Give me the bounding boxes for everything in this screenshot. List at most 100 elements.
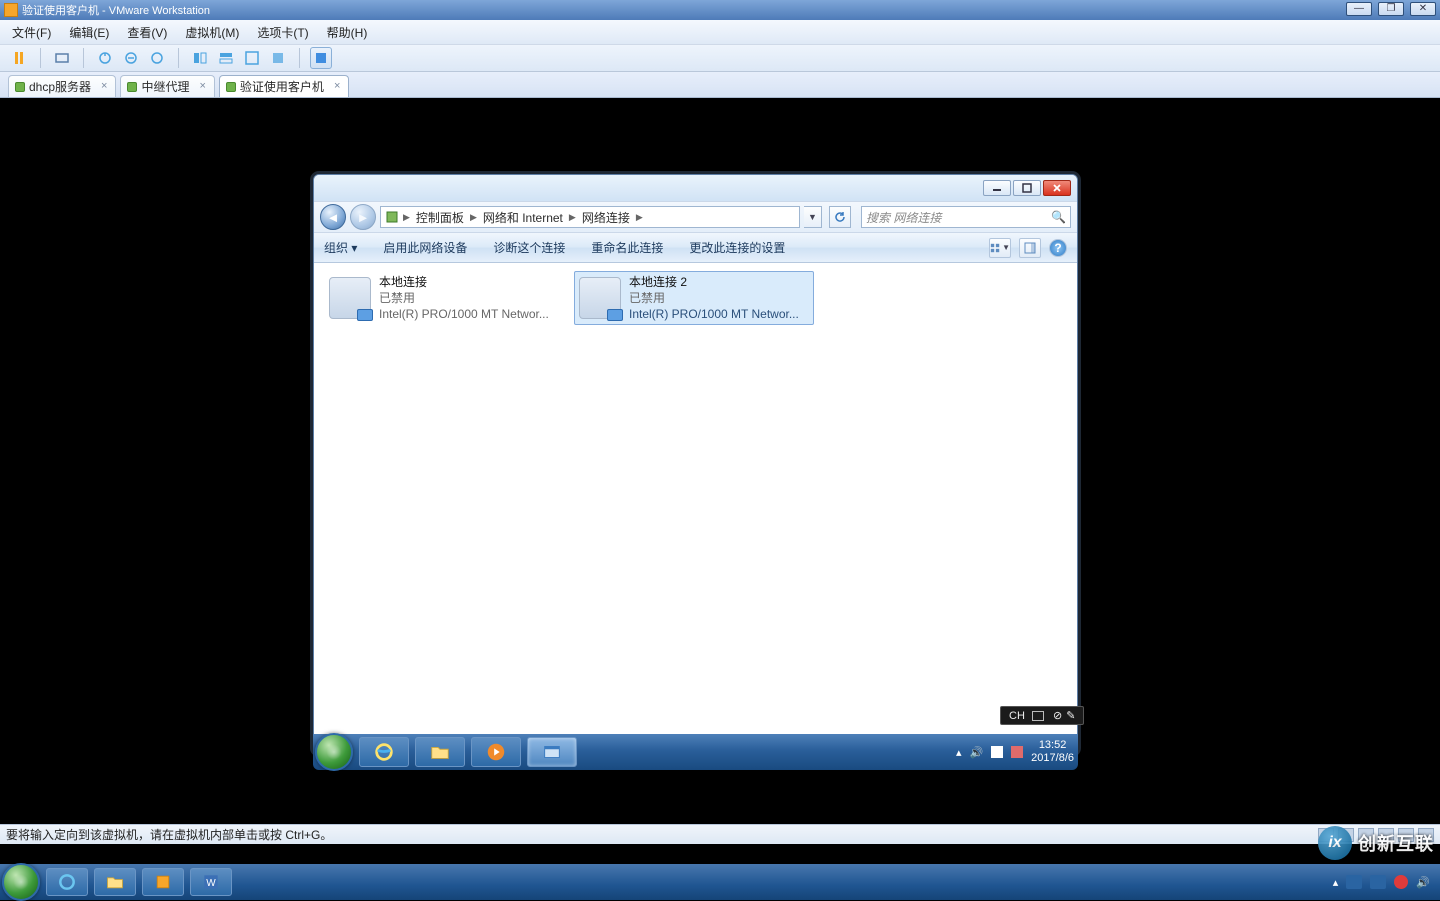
window-titlebar[interactable] (314, 175, 1077, 201)
vm-running-icon (15, 82, 25, 92)
keyboard-icon (1032, 711, 1044, 721)
organize-menu[interactable]: 组织 ▾ (324, 239, 357, 256)
host-menubar: 文件(F) 编辑(E) 查看(V) 虚拟机(M) 选项卡(T) 帮助(H) (0, 20, 1440, 44)
host-explorer-button[interactable] (94, 868, 136, 896)
network-connection-item[interactable]: 本地连接 2 已禁用 Intel(R) PRO/1000 MT Networ..… (574, 271, 814, 325)
close-button[interactable] (1043, 180, 1071, 196)
ime-indicator[interactable]: CH ⊘✎ (1000, 706, 1084, 725)
taskbar-media-button[interactable] (471, 737, 521, 767)
vm-running-icon (226, 82, 236, 92)
connections-list[interactable]: 本地连接 已禁用 Intel(R) PRO/1000 MT Networ... … (314, 263, 1077, 753)
toolbar-icon[interactable] (94, 47, 116, 69)
svg-text:W: W (206, 878, 216, 889)
device-icon[interactable] (1418, 828, 1434, 842)
menu-help[interactable]: 帮助(H) (327, 24, 368, 41)
maximize-button[interactable] (1013, 180, 1041, 196)
network-connection-item[interactable]: 本地连接 已禁用 Intel(R) PRO/1000 MT Networ... (324, 271, 564, 325)
guest-system-tray[interactable]: ▴ 🔊 13:52 2017/8/6 (956, 739, 1078, 765)
toolbar-icon[interactable] (120, 47, 142, 69)
vm-tab-label: 验证使用客户机 (240, 78, 324, 95)
device-icon[interactable] (1318, 828, 1334, 842)
menu-tabs[interactable]: 选项卡(T) (257, 24, 308, 41)
breadcrumb-item[interactable]: 网络和 Internet (481, 209, 565, 226)
change-settings-button[interactable]: 更改此连接的设置 (689, 239, 785, 256)
tray-icon[interactable] (1394, 875, 1408, 889)
enable-device-button[interactable]: 启用此网络设备 (383, 239, 467, 256)
host-ie-button[interactable] (46, 868, 88, 896)
vm-tab[interactable]: dhcp服务器× (8, 75, 116, 97)
volume-icon[interactable]: 🔊 (969, 746, 983, 759)
rename-button[interactable]: 重命名此连接 (591, 239, 663, 256)
host-minimize-button[interactable]: — (1346, 2, 1372, 16)
clock-date: 2017/8/6 (1031, 752, 1074, 765)
breadcrumb-item[interactable]: 网络连接 (580, 209, 632, 226)
fullscreen-icon[interactable] (241, 47, 263, 69)
ime-label: CH (1009, 710, 1025, 722)
thumbnail-icon[interactable] (310, 47, 332, 69)
close-icon[interactable]: × (199, 81, 205, 92)
close-icon[interactable]: × (101, 81, 107, 92)
device-icon[interactable] (1378, 828, 1394, 842)
help-button[interactable]: ? (1049, 239, 1067, 257)
clock[interactable]: 13:52 2017/8/6 (1031, 739, 1074, 765)
vm-tab[interactable]: 中继代理 × (120, 75, 214, 97)
forward-button[interactable]: ► (350, 204, 376, 230)
vmware-icon (4, 3, 18, 17)
tray-up-icon[interactable]: ▴ (956, 746, 962, 759)
start-button[interactable] (315, 733, 353, 771)
tray-icon[interactable] (1370, 875, 1386, 889)
menu-file[interactable]: 文件(F) (12, 24, 51, 41)
host-toolbar (0, 44, 1440, 72)
taskbar-control-panel-button[interactable] (527, 737, 577, 767)
address-dropdown[interactable]: ▼ (804, 206, 822, 228)
back-button[interactable]: ◄ (320, 204, 346, 230)
taskbar-ie-button[interactable] (359, 737, 409, 767)
explorer-navbar: ◄ ► ▶ 控制面板 ▶ 网络和 Internet ▶ 网络连接 ▶ ▼ 搜索 … (314, 201, 1077, 233)
guest-display[interactable]: ◄ ► ▶ 控制面板 ▶ 网络和 Internet ▶ 网络连接 ▶ ▼ 搜索 … (0, 98, 1440, 824)
preview-pane-button[interactable] (1019, 238, 1041, 258)
minimize-button[interactable] (983, 180, 1011, 196)
connection-adapter: Intel(R) PRO/1000 MT Networ... (629, 306, 799, 322)
host-statusbar: 要将输入定向到该虚拟机，请在虚拟机内部单击或按 Ctrl+G。 (0, 824, 1440, 844)
search-placeholder: 搜索 网络连接 (866, 209, 941, 226)
power-on-icon[interactable] (8, 47, 30, 69)
diagnose-button[interactable]: 诊断这个连接 (493, 239, 565, 256)
host-word-button[interactable]: W (190, 868, 232, 896)
menu-edit[interactable]: 编辑(E) (69, 24, 109, 41)
search-input[interactable]: 搜索 网络连接 🔍 (861, 206, 1071, 228)
host-tray[interactable]: ▴ 🔊 (1333, 875, 1440, 889)
view-menu[interactable]: ▼ (989, 238, 1011, 258)
menu-vm[interactable]: 虚拟机(M) (185, 24, 239, 41)
vm-tabstrip: dhcp服务器× 中继代理 × 验证使用客户机 × (0, 72, 1440, 98)
breadcrumb-item[interactable]: 控制面板 (414, 209, 466, 226)
device-icon[interactable] (1338, 828, 1354, 842)
host-title: 验证使用客户机 - VMware Workstation (22, 2, 210, 18)
flag-icon[interactable] (991, 746, 1003, 758)
menu-view[interactable]: 查看(V) (127, 24, 167, 41)
device-icon[interactable] (1398, 828, 1414, 842)
tray-up-icon[interactable]: ▴ (1333, 876, 1339, 889)
host-start-button[interactable] (2, 863, 40, 901)
layout-icon[interactable] (189, 47, 211, 69)
taskbar-explorer-button[interactable] (415, 737, 465, 767)
host-close-button[interactable]: ✕ (1410, 2, 1436, 16)
device-icons[interactable] (1318, 828, 1434, 842)
tray-icon[interactable] (1346, 875, 1362, 889)
refresh-button[interactable] (829, 206, 851, 228)
host-vmware-button[interactable] (142, 868, 184, 896)
connection-status: 已禁用 (379, 290, 549, 306)
host-maximize-button[interactable]: ❐ (1378, 2, 1404, 16)
device-icon[interactable] (1358, 828, 1374, 842)
snapshot-icon[interactable] (51, 47, 73, 69)
address-bar[interactable]: ▶ 控制面板 ▶ 网络和 Internet ▶ 网络连接 ▶ (380, 206, 800, 228)
vm-tab-label: 中继代理 (141, 78, 189, 95)
guest-taskbar: ▴ 🔊 13:52 2017/8/6 (313, 734, 1078, 770)
command-bar: 组织 ▾ 启用此网络设备 诊断这个连接 重命名此连接 更改此连接的设置 ▼ ? (314, 233, 1077, 263)
vm-tab[interactable]: 验证使用客户机 × (219, 75, 349, 97)
layout-icon[interactable] (215, 47, 237, 69)
network-tray-icon[interactable] (1011, 746, 1023, 758)
close-icon[interactable]: × (334, 81, 340, 92)
toolbar-icon[interactable] (146, 47, 168, 69)
volume-icon[interactable]: 🔊 (1416, 876, 1430, 889)
unity-icon[interactable] (267, 47, 289, 69)
